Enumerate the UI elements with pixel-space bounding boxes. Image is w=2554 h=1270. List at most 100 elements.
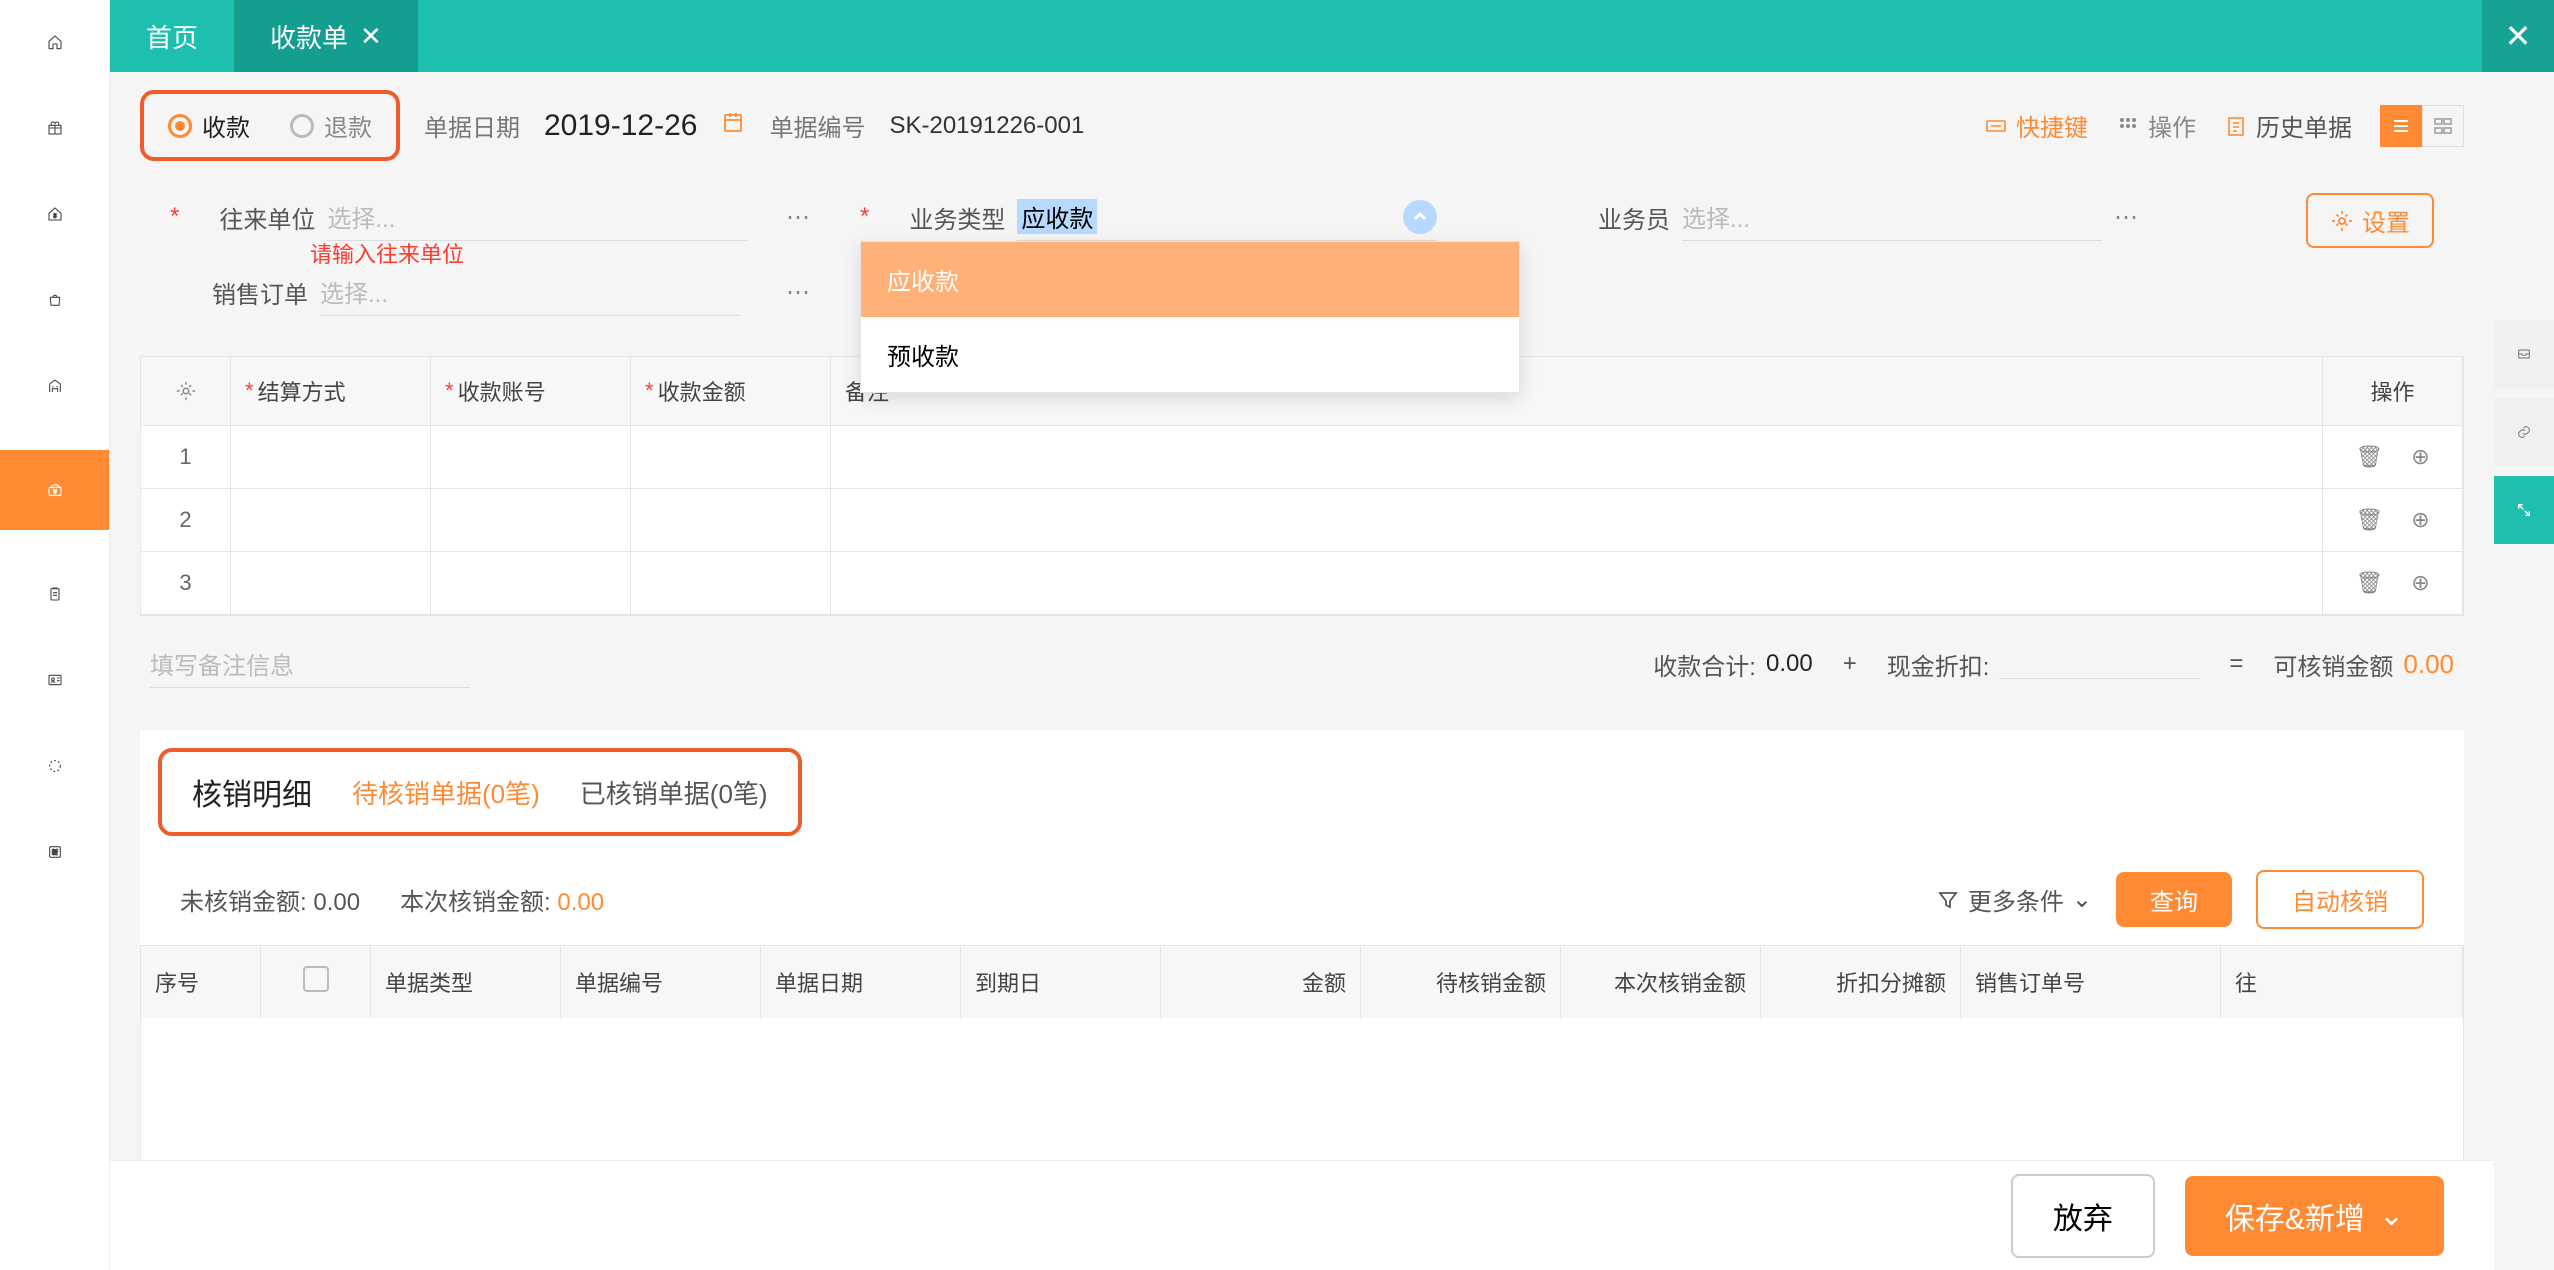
biz-option-1[interactable]: 预收款 <box>861 317 1519 392</box>
nav-clipboard-icon[interactable] <box>33 572 77 616</box>
row-delete-icon[interactable]: 🗑 <box>2355 507 2383 533</box>
radio-receive[interactable]: 收款 <box>168 108 250 143</box>
discount-input[interactable] <box>1999 650 2199 679</box>
nav-new-icon[interactable]: 新 <box>33 830 77 874</box>
query-button[interactable]: 查询 <box>2116 872 2232 927</box>
calendar-icon[interactable] <box>721 110 745 141</box>
this-value: 0.00 <box>557 889 604 916</box>
view-list-icon[interactable] <box>2380 105 2422 147</box>
nav-money-house-icon[interactable]: $ <box>33 192 77 236</box>
row-add-icon[interactable]: ⊕ <box>2411 507 2429 533</box>
dock-link-icon[interactable] <box>2494 398 2554 466</box>
biz-option-0[interactable]: 应收款 <box>861 242 1519 317</box>
biz-type-dropdown: 应收款 预收款 <box>860 241 1520 393</box>
date-value[interactable]: 2019-12-26 <box>544 109 697 143</box>
vcol-6: 金额 <box>1161 946 1361 1018</box>
col-settle: 结算方式 <box>231 357 431 426</box>
nav-building-icon[interactable] <box>33 364 77 408</box>
writeoff-value: 0.00 <box>2403 649 2454 680</box>
sum-value: 0.00 <box>1766 650 1813 678</box>
window-close-icon[interactable]: ✕ <box>2482 0 2554 72</box>
col-gear[interactable] <box>141 357 231 426</box>
tab-home[interactable]: 首页 <box>110 0 234 72</box>
sales-input[interactable]: 选择... <box>1682 193 2102 241</box>
biz-label: 业务类型 <box>885 200 1005 235</box>
save-new-button[interactable]: 保存&新增 ⌄ <box>2185 1176 2444 1256</box>
vcol-3: 单据编号 <box>561 946 761 1018</box>
nav-home-icon[interactable] <box>33 20 77 64</box>
type-radio-group: 收款 退款 <box>140 90 400 161</box>
col-account: 收款账号 <box>431 357 631 426</box>
nav-wallet-icon[interactable]: ¥ <box>0 450 109 530</box>
unv-value: 0.00 <box>313 889 360 916</box>
grid-row: 1🗑⊕ <box>141 426 2463 489</box>
grid-row: 2🗑⊕ <box>141 489 2463 552</box>
svg-text:$: $ <box>53 213 56 219</box>
ops-link[interactable]: 操作 <box>2116 108 2196 143</box>
tab-close-icon[interactable]: ✕ <box>360 21 382 52</box>
chevron-up-icon[interactable] <box>1403 200 1437 234</box>
order-input[interactable]: 选择... <box>320 268 740 316</box>
row-delete-icon[interactable]: 🗑 <box>2355 570 2383 596</box>
dock-inbox-icon[interactable] <box>2494 320 2554 388</box>
more-filters[interactable]: 更多条件 ⌄ <box>1936 882 2092 917</box>
verify-header: 核销明细 待核销单据(0笔) 已核销单据(0笔) <box>158 748 802 836</box>
verify-tab-done[interactable]: 已核销单据(0笔) <box>580 774 768 811</box>
biz-type-select[interactable]: 应收款 <box>1017 193 1437 241</box>
tab-receipt-label: 收款单 <box>270 18 348 55</box>
nav-bag-icon[interactable] <box>33 278 77 322</box>
order-more-icon[interactable]: ⋯ <box>786 278 810 307</box>
docno-label: 单据编号 <box>769 108 865 143</box>
left-nav-rail: $ ¥ 新 <box>0 0 110 1270</box>
nav-sync-icon[interactable] <box>33 744 77 788</box>
vcol-2: 单据类型 <box>371 946 561 1018</box>
verify-section: 核销明细 待核销单据(0笔) 已核销单据(0笔) 未核销金额: 0.00 本次核… <box>140 730 2464 1179</box>
nav-gift-icon[interactable] <box>33 106 77 150</box>
top-tab-bar: 首页 收款单 ✕ ✕ <box>110 0 2554 72</box>
view-toggle <box>2380 105 2464 147</box>
row-add-icon[interactable]: ⊕ <box>2411 570 2429 596</box>
dock-expand-icon[interactable] <box>2494 476 2554 544</box>
shortcut-link[interactable]: 快捷键 <box>1984 108 2088 143</box>
svg-text:¥: ¥ <box>53 489 56 495</box>
partner-more-icon[interactable]: ⋯ <box>786 203 810 232</box>
grid-row: 3🗑⊕ <box>141 552 2463 615</box>
verify-tab-pending[interactable]: 待核销单据(0笔) <box>352 774 540 811</box>
nav-id-icon[interactable] <box>33 658 77 702</box>
biz-type-value: 应收款 <box>1017 199 1097 234</box>
svg-text:新: 新 <box>51 849 57 857</box>
vcol-5: 到期日 <box>961 946 1161 1018</box>
auto-verify-button[interactable]: 自动核销 <box>2256 870 2424 929</box>
col-ops: 操作 <box>2323 357 2463 426</box>
col-amount: 收款金额 <box>631 357 831 426</box>
view-card-icon[interactable] <box>2422 105 2464 147</box>
remark-input[interactable]: 填写备注信息 <box>150 640 470 688</box>
partner-input[interactable]: 选择... <box>327 193 747 241</box>
settings-button[interactable]: 设置 <box>2306 193 2434 248</box>
partner-label: 往来单位 <box>195 200 315 235</box>
vcol-7: 待核销金额 <box>1361 946 1561 1018</box>
chevron-down-icon[interactable]: ⌄ <box>2379 1198 2404 1233</box>
tab-receipt[interactable]: 收款单 ✕ <box>234 0 418 72</box>
row-delete-icon[interactable]: 🗑 <box>2355 444 2383 470</box>
chevron-down-icon: ⌄ <box>2072 885 2092 914</box>
lines-grid: 结算方式 收款账号 收款金额 备注 操作 1🗑⊕ 2🗑⊕ 3🗑⊕ <box>140 356 2464 616</box>
right-dock <box>2494 320 2554 544</box>
vcol-9: 折扣分摊额 <box>1761 946 1961 1018</box>
date-label: 单据日期 <box>424 108 520 143</box>
docno-value: SK-20191226-001 <box>889 112 1084 140</box>
totals-bar: 填写备注信息 收款合计: 0.00 + 现金折扣: = 可核销金额 0.00 <box>110 616 2494 712</box>
doc-toolbar: 收款 退款 单据日期 2019-12-26 单据编号 SK-20191226-0… <box>110 72 2494 183</box>
vcol-8: 本次核销金额 <box>1561 946 1761 1018</box>
row-add-icon[interactable]: ⊕ <box>2411 444 2429 470</box>
history-link[interactable]: 历史单据 <box>2224 108 2352 143</box>
partner-hint: 请输入往来单位 <box>310 237 464 269</box>
order-label: 销售订单 <box>188 275 308 310</box>
vcol-4: 单据日期 <box>761 946 961 1018</box>
sales-more-icon[interactable]: ⋯ <box>2114 203 2138 232</box>
content-area: 收款 退款 单据日期 2019-12-26 单据编号 SK-20191226-0… <box>110 72 2494 1270</box>
vcol-checkbox[interactable] <box>261 946 371 1018</box>
radio-refund[interactable]: 退款 <box>290 108 372 143</box>
form-area: *往来单位 选择... ⋯ 请输入往来单位 *业务类型 应收款 应收款 预收款 … <box>110 183 2494 326</box>
discard-button[interactable]: 放弃 <box>2011 1174 2155 1258</box>
